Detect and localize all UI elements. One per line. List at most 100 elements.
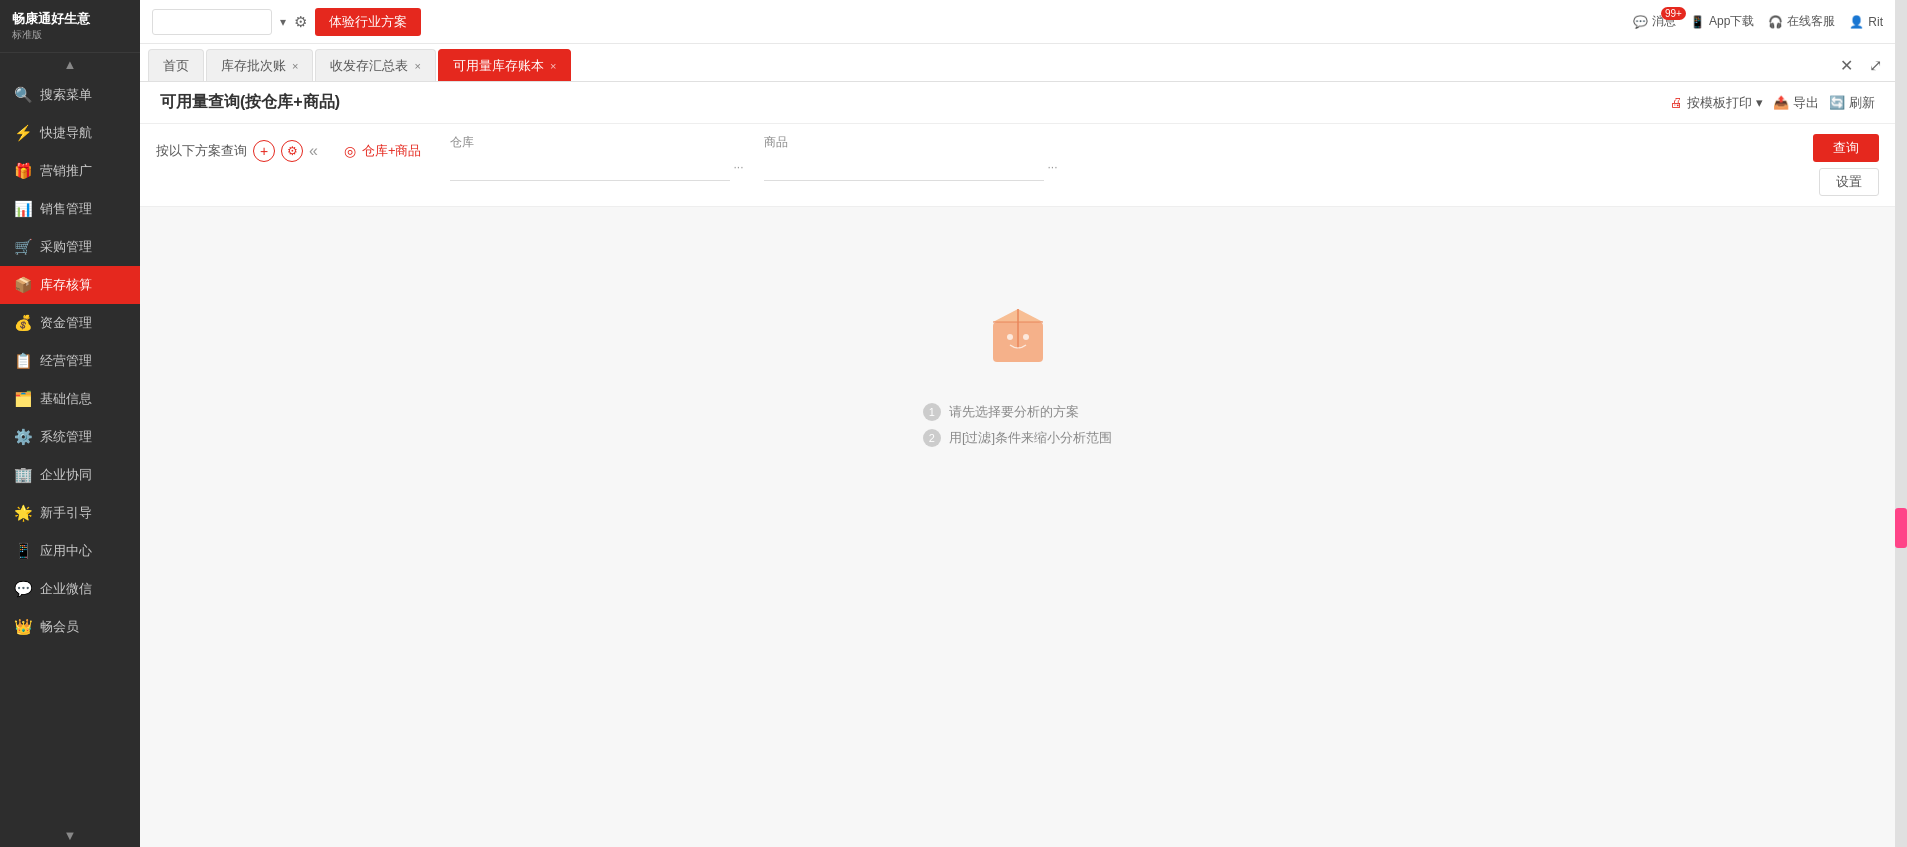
sidebar-item-weixin[interactable]: 💬 企业微信 [0,570,140,608]
tip-text-1: 请先选择要分析的方案 [949,403,1079,421]
user-name-label: Rit [1868,15,1883,29]
message-chat-icon: 💬 [1633,15,1648,29]
sidebar-item-purchase[interactable]: 🛒 采购管理 [0,228,140,266]
topbar-message-btn[interactable]: 💬 消息 99+ [1633,13,1676,30]
sidebar-scroll-up[interactable]: ▲ [0,53,140,76]
topbar-app-download-btn[interactable]: 📱 App下载 [1690,13,1754,30]
print-icon: 🖨 [1670,95,1683,110]
trial-industry-button[interactable]: 体验行业方案 [315,8,421,36]
service-headset-icon: 🎧 [1768,15,1783,29]
scrollbar-thumb[interactable] [1895,508,1907,548]
query-actions: 查询 设置 [1813,134,1879,196]
sidebar-item-label: 系统管理 [40,428,92,446]
page-title: 可用量查询(按仓库+商品) [160,92,340,113]
svg-point-4 [1007,334,1013,340]
sidebar-item-label: 快捷导航 [40,124,92,142]
sidebar-item-basics[interactable]: 🗂️ 基础信息 [0,380,140,418]
tab-batch-label: 库存批次账 [221,57,286,75]
tip-text-2: 用[过滤]条件来缩小分析范围 [949,429,1112,447]
sidebar-item-search[interactable]: 🔍 搜索菜单 [0,76,140,114]
page-header: 可用量查询(按仓库+商品) 🖨 按模板打印 ▾ 📤 导出 🔄 刷新 [140,82,1895,124]
member-icon: 👑 [14,618,32,636]
funds-icon: 💰 [14,314,32,332]
operations-icon: 📋 [14,352,32,370]
sidebar-item-label: 经营管理 [40,352,92,370]
filter-add-scheme-btn[interactable]: + [253,140,275,162]
topbar-dropdown-btn[interactable]: ▾ [280,15,286,29]
main-area: ▾ ⚙ 体验行业方案 💬 消息 99+ 📱 App下载 🎧 在线客服 👤 Rit [140,0,1895,847]
tab-home-label: 首页 [163,57,189,75]
refresh-btn[interactable]: 🔄 刷新 [1829,94,1875,112]
tab-summary[interactable]: 收发存汇总表 × [315,49,435,81]
sidebar-item-label: 畅会员 [40,618,79,636]
right-scrollbar[interactable] [1895,0,1907,847]
topbar-search-input[interactable] [152,9,272,35]
page-content: 可用量查询(按仓库+商品) 🖨 按模板打印 ▾ 📤 导出 🔄 刷新 [140,82,1895,847]
topbar-right: 💬 消息 99+ 📱 App下载 🎧 在线客服 👤 Rit [1633,13,1883,30]
sidebar-item-enterprise[interactable]: 🏢 企业协同 [0,456,140,494]
app-download-icon: 📱 [1690,15,1705,29]
newbie-icon: 🌟 [14,504,32,522]
sidebar-item-label: 企业协同 [40,466,92,484]
topbar-gear-btn[interactable]: ⚙ [294,13,307,31]
tab-maximize-btn[interactable]: ⤢ [1864,54,1887,77]
message-badge: 99+ [1661,7,1686,20]
sidebar-item-marketing[interactable]: 🎁 营销推广 [0,152,140,190]
tab-close-btn[interactable]: ✕ [1835,54,1858,77]
enterprise-icon: 🏢 [14,466,32,484]
tab-available-label: 可用量库存账本 [453,57,544,75]
topbar-user-btn[interactable]: 👤 Rit [1849,15,1883,29]
tab-summary-close[interactable]: × [414,60,420,72]
tab-batch-close[interactable]: × [292,60,298,72]
sidebar-item-quicknav[interactable]: ⚡ 快捷导航 [0,114,140,152]
empty-tip-2: 2 用[过滤]条件来缩小分析范围 [923,429,1112,447]
query-button[interactable]: 查询 [1813,134,1879,162]
empty-tips: 1 请先选择要分析的方案 2 用[过滤]条件来缩小分析范围 [923,403,1112,447]
scheme-active-icon: ◎ [344,143,356,159]
purchase-icon: 🛒 [14,238,32,256]
svg-point-5 [1023,334,1029,340]
sidebar-item-operations[interactable]: 📋 经营管理 [0,342,140,380]
scheme-item-warehouse-goods[interactable]: ◎ 仓库+商品 [336,138,430,164]
warehouse-more-btn[interactable]: ··· [734,160,744,174]
tab-batch[interactable]: 库存批次账 × [206,49,313,81]
sidebar-item-appcenter[interactable]: 📱 应用中心 [0,532,140,570]
tab-available-close[interactable]: × [550,60,556,72]
sidebar-item-member[interactable]: 👑 畅会员 [0,608,140,646]
export-icon: 📤 [1773,95,1789,110]
sidebar-item-label: 企业微信 [40,580,92,598]
filter-schemes-list: ◎ 仓库+商品 [336,138,430,164]
sidebar-item-label: 营销推广 [40,162,92,180]
tip-num-2: 2 [923,429,941,447]
search-icon: 🔍 [14,86,32,104]
tab-home[interactable]: 首页 [148,49,204,81]
tab-available[interactable]: 可用量库存账本 × [438,49,571,81]
sidebar-item-sales[interactable]: 📊 销售管理 [0,190,140,228]
topbar-online-service-btn[interactable]: 🎧 在线客服 [1768,13,1835,30]
empty-state: 1 请先选择要分析的方案 2 用[过滤]条件来缩小分析范围 [140,207,1895,527]
sidebar-item-funds[interactable]: 💰 资金管理 [0,304,140,342]
page-header-actions: 🖨 按模板打印 ▾ 📤 导出 🔄 刷新 [1670,94,1875,112]
sidebar-scroll-down[interactable]: ▼ [0,824,140,847]
goods-field-label: 商品 [764,134,1058,151]
goods-input[interactable] [764,153,1044,181]
filter-scheme-settings-btn[interactable]: ⚙ [281,140,303,162]
filter-collapse-btn[interactable]: « [309,142,318,160]
service-label: 在线客服 [1787,13,1835,30]
export-btn[interactable]: 📤 导出 [1773,94,1819,112]
sidebar-item-inventory[interactable]: 📦 库存核算 [0,266,140,304]
sidebar-item-system[interactable]: ⚙️ 系统管理 [0,418,140,456]
sidebar-item-newbie[interactable]: 🌟 新手引导 [0,494,140,532]
print-btn[interactable]: 🖨 按模板打印 ▾ [1670,94,1763,112]
settings-button[interactable]: 设置 [1819,168,1879,196]
empty-tip-1: 1 请先选择要分析的方案 [923,403,1112,421]
appcenter-icon: 📱 [14,542,32,560]
warehouse-input[interactable] [450,153,730,181]
brand-name: 畅康通好生意 [12,10,128,28]
inventory-icon: 📦 [14,276,32,294]
sidebar-item-label: 搜索菜单 [40,86,92,104]
print-label: 按模板打印 [1687,94,1752,112]
goods-more-btn[interactable]: ··· [1048,160,1058,174]
sidebar-menu: 🔍 搜索菜单 ⚡ 快捷导航 🎁 营销推广 📊 销售管理 🛒 采购管理 📦 库存核… [0,76,140,824]
refresh-icon: 🔄 [1829,95,1845,110]
